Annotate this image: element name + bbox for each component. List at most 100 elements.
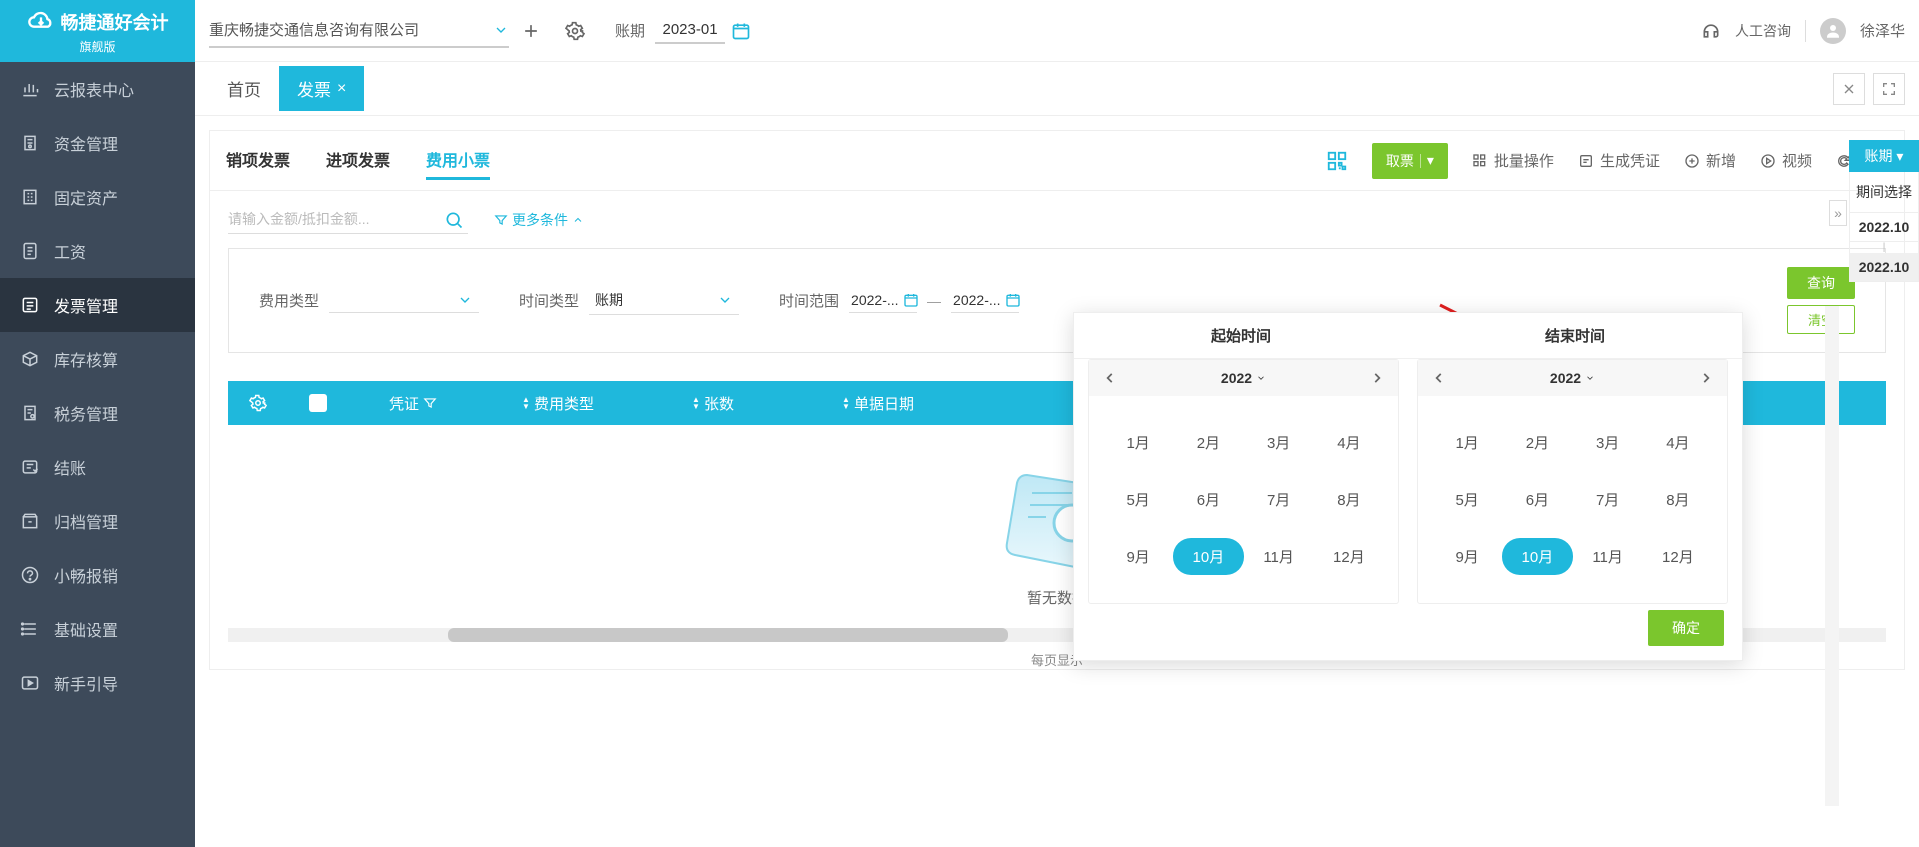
month-cell[interactable]: 5月 (1432, 481, 1502, 518)
prev-year-button[interactable] (1103, 371, 1117, 385)
subtab[interactable]: 费用小票 (426, 141, 490, 180)
period-start-value[interactable]: 2022.10 (1849, 213, 1919, 242)
month-cell[interactable]: 4月 (1314, 424, 1384, 461)
month-cell[interactable]: 4月 (1643, 424, 1713, 461)
expand-handle[interactable]: » (1829, 200, 1847, 226)
year-select-start[interactable]: 2022 (1221, 370, 1266, 386)
gen-voucher-button[interactable]: 生成凭证 (1578, 150, 1660, 171)
calendar-icon[interactable] (731, 21, 751, 41)
month-cell[interactable]: 12月 (1643, 538, 1713, 575)
sidebar-item[interactable]: 工资 (0, 224, 195, 278)
th-voucher[interactable]: 凭证 (348, 393, 478, 414)
period-end-value[interactable]: 2022.10 (1849, 253, 1919, 282)
period-label: 账期 (615, 20, 645, 41)
sort-icon: ▲▼ (692, 396, 700, 410)
month-cell[interactable]: 1月 (1432, 424, 1502, 461)
th-date[interactable]: ▲▼ 单据日期 (788, 393, 968, 414)
video-button[interactable]: 视频 (1760, 150, 1812, 171)
month-cell[interactable]: 1月 (1103, 424, 1173, 461)
close-all-button[interactable] (1833, 73, 1865, 105)
range-start-input[interactable]: 2022-... (849, 288, 917, 313)
sidebar-item[interactable]: 库存核算 (0, 332, 195, 386)
period-value[interactable]: 2023-01 (655, 17, 725, 44)
query-button[interactable]: 查询 (1787, 267, 1855, 299)
sidebar-item[interactable]: 税务管理 (0, 386, 195, 440)
sidebar-item-label: 基础设置 (54, 617, 118, 641)
sidebar-item[interactable]: 固定资产 (0, 170, 195, 224)
sidebar-item[interactable]: 归档管理 (0, 494, 195, 548)
scrollbar-thumb[interactable] (448, 628, 1008, 642)
avatar[interactable] (1820, 18, 1846, 44)
month-cell[interactable]: 6月 (1173, 481, 1243, 518)
th-checkbox[interactable] (288, 394, 348, 412)
month-cell[interactable]: 5月 (1103, 481, 1173, 518)
month-cell[interactable]: 7月 (1573, 481, 1643, 518)
calendar-start: 2022 1月2月3月4月 5月6月7月8月 9月10月11月12月 (1088, 359, 1399, 604)
username[interactable]: 徐泽华 (1860, 20, 1905, 41)
logo-area: 畅捷通好会计 旗舰版 (0, 0, 195, 62)
add-button[interactable]: 新增 (1684, 150, 1736, 171)
month-cell[interactable]: 12月 (1314, 538, 1384, 575)
plus-icon[interactable] (521, 21, 541, 41)
month-cell[interactable]: 8月 (1314, 481, 1384, 518)
month-cell[interactable]: 9月 (1432, 538, 1502, 575)
chevron-down-icon (717, 292, 733, 308)
th-type[interactable]: ▲▼ 费用类型 (478, 393, 638, 414)
month-cell[interactable]: 2月 (1502, 424, 1572, 461)
month-cell[interactable]: 9月 (1103, 538, 1173, 575)
sidebar-item[interactable]: 资金管理 (0, 116, 195, 170)
sidebar-item[interactable]: 基础设置 (0, 602, 195, 656)
building-icon (20, 187, 40, 207)
batch-button[interactable]: 批量操作 (1472, 150, 1554, 171)
time-type-select[interactable]: 账期 (589, 286, 739, 315)
vertical-scrollbar[interactable] (1825, 306, 1839, 806)
topbar: 重庆畅捷交通信息咨询有限公司 账期 2023-01 人工咨询 (195, 0, 1919, 62)
subtab[interactable]: 销项发票 (226, 141, 290, 180)
sidebar-item[interactable]: 小畅报销 (0, 548, 195, 602)
month-cell[interactable]: 3月 (1244, 424, 1314, 461)
company-select[interactable]: 重庆畅捷交通信息咨询有限公司 (209, 13, 509, 48)
sidebar-item[interactable]: 云报表中心 (0, 62, 195, 116)
search-icon[interactable] (444, 210, 464, 230)
headset-icon[interactable] (1701, 21, 1721, 41)
month-cell[interactable]: 11月 (1244, 538, 1314, 575)
search-input[interactable] (228, 205, 468, 234)
month-cell[interactable]: 7月 (1244, 481, 1314, 518)
tab[interactable]: 首页 (209, 66, 279, 111)
consult-label[interactable]: 人工咨询 (1735, 21, 1791, 41)
th-count[interactable]: ▲▼ 张数 (638, 393, 788, 414)
fullscreen-button[interactable] (1873, 73, 1905, 105)
more-filter-toggle[interactable]: 更多条件 (494, 210, 584, 230)
close-icon[interactable]: × (337, 80, 346, 98)
sidebar-item[interactable]: 新手引导 (0, 656, 195, 710)
month-cell[interactable]: 10月 (1173, 538, 1243, 575)
fetch-button[interactable]: 取票 ▾ (1372, 143, 1448, 179)
expense-type-select[interactable] (329, 288, 479, 313)
sidebar-item[interactable]: 发票管理 (0, 278, 195, 332)
doc-icon (20, 241, 40, 261)
gear-icon[interactable] (565, 21, 585, 41)
month-cell[interactable]: 11月 (1573, 538, 1643, 575)
month-cell[interactable]: 10月 (1502, 538, 1572, 575)
month-cell[interactable]: 8月 (1643, 481, 1713, 518)
month-cell[interactable]: 6月 (1502, 481, 1572, 518)
month-cell[interactable]: 3月 (1573, 424, 1643, 461)
brand-edition: 旗舰版 (79, 38, 115, 55)
range-separator: — (927, 293, 941, 309)
invoice-icon (20, 295, 40, 315)
confirm-button[interactable]: 确定 (1648, 610, 1724, 646)
next-year-button[interactable] (1370, 371, 1384, 385)
month-cell[interactable]: 2月 (1173, 424, 1243, 461)
tab-label: 发票 (297, 76, 331, 101)
period-panel-button[interactable]: 账期 ▾ (1849, 140, 1919, 172)
year-select-end[interactable]: 2022 (1550, 370, 1595, 386)
next-year-button[interactable] (1699, 371, 1713, 385)
subtab[interactable]: 进项发票 (326, 141, 390, 180)
tab[interactable]: 发票 × (279, 66, 364, 111)
range-end-input[interactable]: 2022-... (951, 288, 1019, 313)
qrcode-icon[interactable] (1326, 150, 1348, 172)
th-settings[interactable] (228, 394, 288, 412)
clear-button[interactable]: 清空 (1787, 305, 1855, 334)
prev-year-button[interactable] (1432, 371, 1446, 385)
sidebar-item[interactable]: 结账 (0, 440, 195, 494)
